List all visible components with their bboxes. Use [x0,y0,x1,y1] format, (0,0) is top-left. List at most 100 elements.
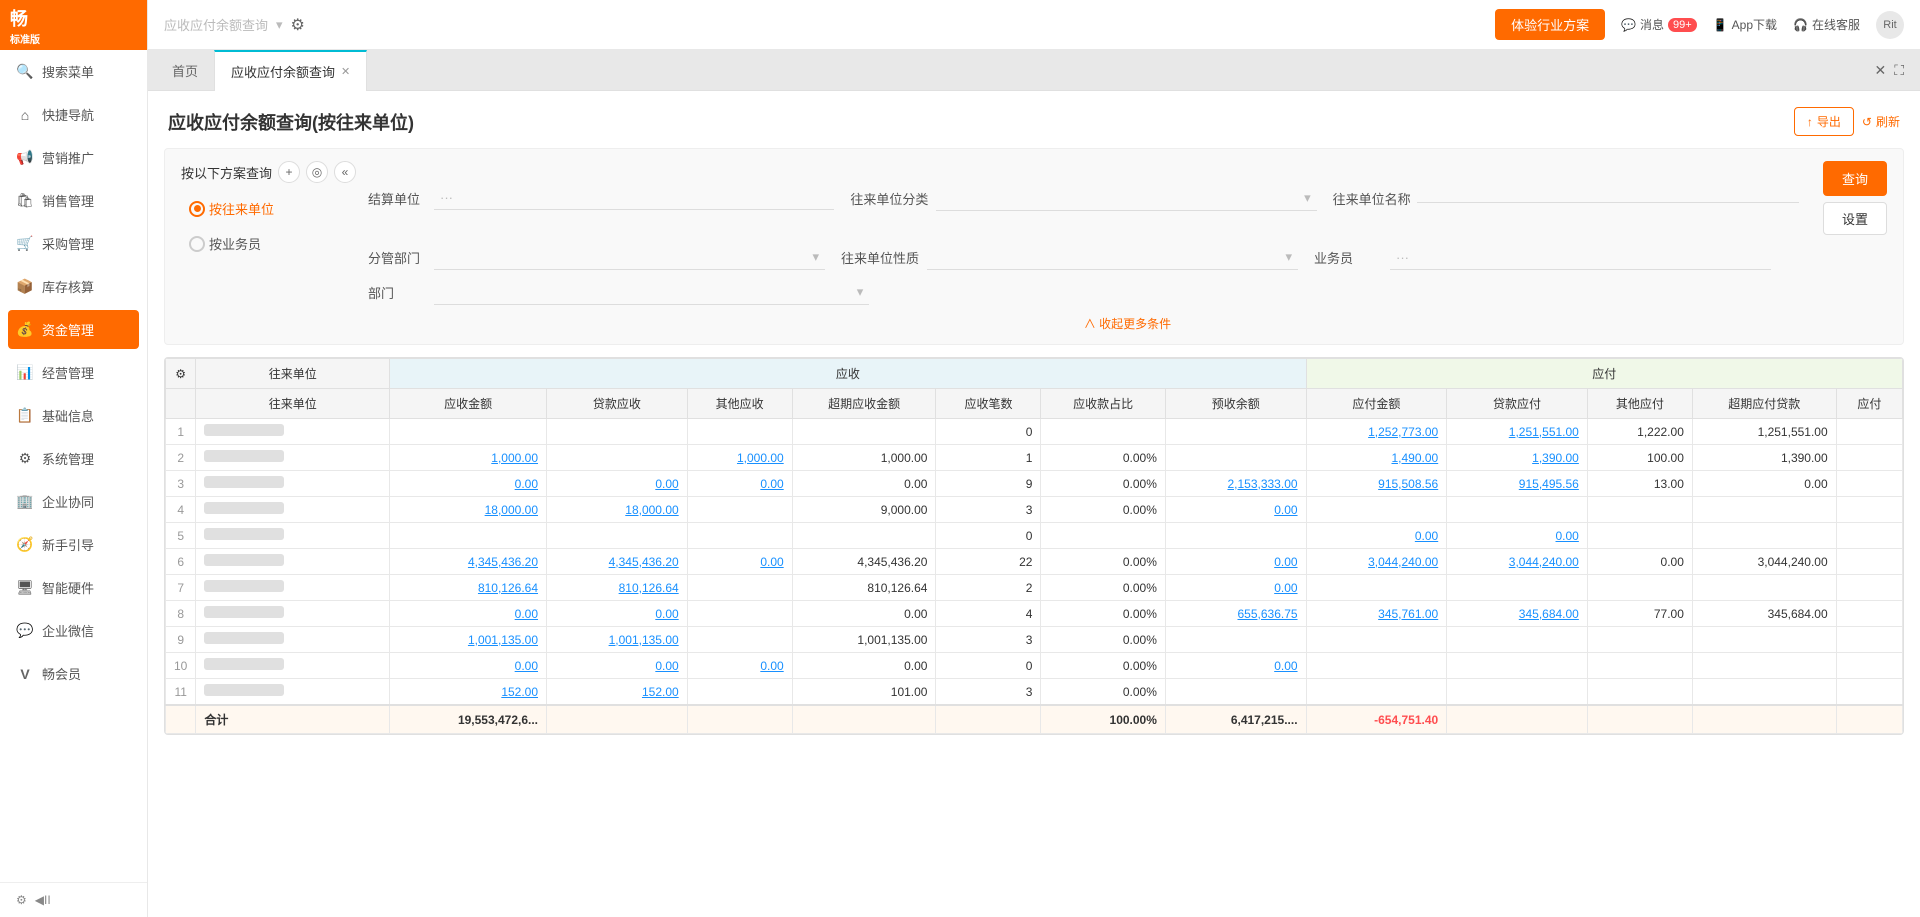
table-cell[interactable]: 0.00 [1165,575,1306,601]
link-value[interactable]: 0.00 [515,607,538,621]
unit-name-input[interactable] [1417,194,1799,203]
filter-option-by-unit[interactable]: 按往来单位 [181,195,356,222]
table-cell[interactable]: 345,761.00 [1306,601,1447,627]
add-filter-btn[interactable]: + [278,161,300,183]
th-settings-icon[interactable]: ⚙ [166,359,196,389]
gear-btn[interactable]: ⚙ [291,15,305,35]
table-cell[interactable] [1447,627,1588,653]
table-cell[interactable] [687,627,792,653]
sidebar-item-guide[interactable]: 🧭 新手引导 [0,523,147,566]
sidebar-item-inventory[interactable]: 📦 库存核算 [0,265,147,308]
settings-bottom-icon[interactable]: ⚙ [16,893,27,907]
sidebar-item-search[interactable]: 🔍 搜索菜单 [0,50,147,93]
settings-btn[interactable]: 设置 [1823,202,1887,235]
table-cell[interactable] [1306,627,1447,653]
table-cell[interactable] [547,445,688,471]
tab-close-all-icon[interactable]: ✕ [1874,62,1886,79]
collapse-more-btn[interactable]: ∧ 收起更多条件 [368,315,1887,332]
link-value[interactable]: 1,390.00 [1532,451,1579,465]
table-cell[interactable] [1165,627,1306,653]
table-cell[interactable]: 0.00 [390,471,547,497]
sidebar-item-basic-info[interactable]: 📋 基础信息 [0,394,147,437]
link-value[interactable]: 1,001,135.00 [609,633,679,647]
sidebar-item-enterprise[interactable]: 🏢 企业协同 [0,480,147,523]
sidebar-item-purchase[interactable]: 🛒 采购管理 [0,222,147,265]
table-cell[interactable]: 810,126.64 [390,575,547,601]
sidebar-item-wechat[interactable]: 💬 企业微信 [0,609,147,652]
salesperson-input[interactable]: ··· [1390,246,1771,270]
table-cell[interactable]: 152.00 [547,679,688,706]
table-cell[interactable] [547,523,688,549]
link-value[interactable]: 3,044,240.00 [1509,555,1579,569]
sidebar-item-sales[interactable]: 🛍 销售管理 [0,179,147,222]
table-cell[interactable]: 1,001,135.00 [390,627,547,653]
link-value[interactable]: 0.00 [760,659,783,673]
link-value[interactable]: 0.00 [1415,529,1438,543]
table-cell[interactable]: 1,000.00 [687,445,792,471]
filter-option-by-staff[interactable]: 按业务员 [181,230,356,257]
table-cell[interactable]: 810,126.64 [547,575,688,601]
link-value[interactable]: 152.00 [642,685,679,699]
dept-manage-select[interactable]: ▾ [434,245,825,270]
sidebar-item-hardware[interactable]: 🖥 智能硬件 [0,566,147,609]
table-cell[interactable] [687,575,792,601]
link-value[interactable]: 1,251,551.00 [1509,425,1579,439]
link-value[interactable]: 0.00 [1274,659,1297,673]
table-cell[interactable]: 1,390.00 [1447,445,1588,471]
link-value[interactable]: 0.00 [760,477,783,491]
link-value[interactable]: 4,345,436.20 [609,555,679,569]
table-cell[interactable]: 152.00 [390,679,547,706]
table-cell[interactable] [1447,575,1588,601]
tab-ar-ap[interactable]: 应收应付余额查询 ✕ [214,50,367,91]
table-cell[interactable] [1306,653,1447,679]
link-value[interactable]: 0.00 [1274,503,1297,517]
link-value[interactable]: 915,508.56 [1378,477,1438,491]
table-cell[interactable]: 915,495.56 [1447,471,1588,497]
table-cell[interactable]: 2,153,333.00 [1165,471,1306,497]
table-cell[interactable] [390,419,547,445]
query-btn[interactable]: 查询 [1823,161,1887,196]
collapse-icon[interactable]: ◀II [35,893,51,907]
link-value[interactable]: 345,761.00 [1378,607,1438,621]
link-value[interactable]: 1,252,773.00 [1368,425,1438,439]
edit-filter-btn[interactable]: ◎ [306,161,328,183]
table-cell[interactable]: 1,000.00 [390,445,547,471]
link-value[interactable]: 2,153,333.00 [1227,477,1297,491]
tab-expand-icon[interactable]: ⛶ [1894,62,1904,79]
link-value[interactable]: 1,001,135.00 [468,633,538,647]
table-cell[interactable]: 18,000.00 [547,497,688,523]
table-cell[interactable] [1165,679,1306,706]
table-cell[interactable] [1306,497,1447,523]
link-value[interactable]: 0.00 [515,659,538,673]
table-cell[interactable]: 4,345,436.20 [390,549,547,575]
table-cell[interactable]: 0.00 [1447,523,1588,549]
table-cell[interactable] [687,601,792,627]
link-value[interactable]: 0.00 [655,607,678,621]
link-value[interactable]: 1,000.00 [491,451,538,465]
sidebar-item-quick-nav[interactable]: ⌂ 快捷导航 [0,93,147,136]
tab-home[interactable]: 首页 [156,51,214,90]
export-btn[interactable]: ↑ 导出 [1794,107,1854,136]
app-download-item[interactable]: 📱 App下载 [1713,16,1777,33]
table-cell[interactable]: 1,251,551.00 [1447,419,1588,445]
table-cell[interactable] [390,523,547,549]
table-cell[interactable]: 0.00 [1165,497,1306,523]
table-cell[interactable]: 0.00 [547,653,688,679]
link-value[interactable]: 1,000.00 [737,451,784,465]
table-cell[interactable] [1165,445,1306,471]
table-cell[interactable]: 1,252,773.00 [1306,419,1447,445]
link-value[interactable]: 0.00 [655,477,678,491]
link-value[interactable]: 655,636.75 [1237,607,1297,621]
industry-btn[interactable]: 体验行业方案 [1495,9,1605,40]
table-cell[interactable]: 0.00 [687,549,792,575]
link-value[interactable]: 152.00 [501,685,538,699]
avatar[interactable]: Rit [1876,11,1904,39]
tab-close-icon[interactable]: ✕ [341,65,350,78]
collapse-filter-btn[interactable]: « [334,161,356,183]
sidebar-item-system[interactable]: ⚙ 系统管理 [0,437,147,480]
sidebar-item-marketing[interactable]: 📢 营销推广 [0,136,147,179]
table-cell[interactable] [687,497,792,523]
table-cell[interactable] [1447,679,1588,706]
table-cell[interactable]: 0.00 [687,471,792,497]
table-cell[interactable] [1165,523,1306,549]
